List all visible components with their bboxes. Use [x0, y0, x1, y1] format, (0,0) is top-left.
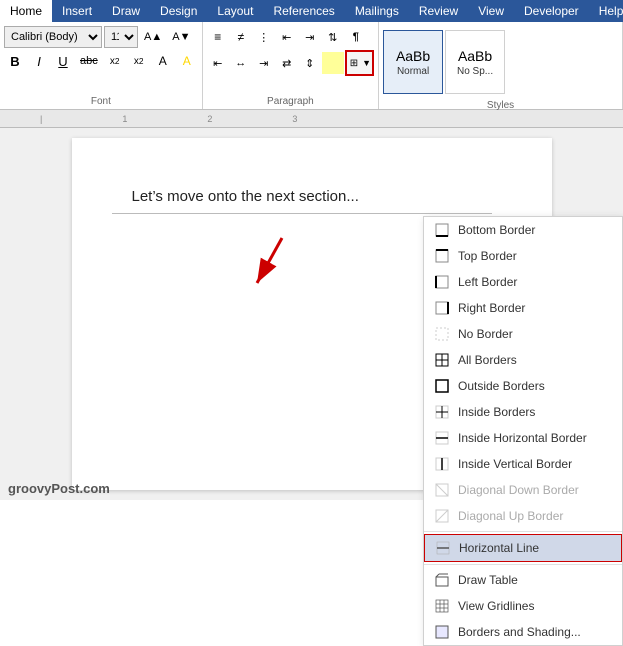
- style-normal-preview: AaBb: [396, 48, 430, 64]
- menu-inside-horiz[interactable]: Inside Horizontal Border: [424, 425, 622, 451]
- menu-inside-borders[interactable]: Inside Borders: [424, 399, 622, 425]
- menu-view-gridlines[interactable]: View Gridlines: [424, 593, 622, 619]
- tab-draw[interactable]: Draw: [102, 0, 150, 22]
- menu-bottom-border[interactable]: Bottom Border: [424, 217, 622, 243]
- font-group-label: Font: [4, 94, 198, 107]
- grow-font-button[interactable]: A▲: [140, 26, 166, 48]
- horiz-line-icon: [435, 540, 451, 556]
- styles-group: AaBb Normal AaBb No Sp... Styles: [379, 22, 623, 109]
- ribbon: Calibri (Body) 11 A▲ A▼ B I U abc x2 x2 …: [0, 22, 623, 110]
- menu-borders-shading[interactable]: Borders and Shading...: [424, 619, 622, 645]
- menu-no-border[interactable]: No Border: [424, 321, 622, 347]
- shrink-font-button[interactable]: A▼: [168, 26, 194, 48]
- line-spacing-button[interactable]: ⇕: [299, 52, 321, 74]
- menu-all-borders[interactable]: All Borders: [424, 347, 622, 373]
- ruler: | 1 2 3: [0, 110, 623, 128]
- menu-diag-up: Diagonal Up Border: [424, 503, 622, 529]
- top-border-icon: [434, 248, 450, 264]
- tab-help[interactable]: Help: [589, 0, 623, 22]
- right-border-icon: [434, 300, 450, 316]
- left-border-icon: [434, 274, 450, 290]
- tab-developer[interactable]: Developer: [514, 0, 589, 22]
- menu-inside-vert[interactable]: Inside Vertical Border: [424, 451, 622, 477]
- text-color-button[interactable]: A: [152, 50, 174, 72]
- menu-outside-borders[interactable]: Outside Borders: [424, 373, 622, 399]
- tab-home[interactable]: Home: [0, 0, 52, 22]
- style-normal[interactable]: AaBb Normal: [383, 30, 443, 94]
- style-no-spacing-label: No Sp...: [457, 66, 493, 77]
- diag-up-icon: [434, 508, 450, 524]
- styles-group-label: Styles: [383, 98, 618, 111]
- underline-button[interactable]: U: [52, 50, 74, 72]
- tab-mailings[interactable]: Mailings: [345, 0, 409, 22]
- outside-borders-icon: [434, 378, 450, 394]
- tab-review[interactable]: Review: [409, 0, 468, 22]
- superscript-button[interactable]: x2: [128, 50, 150, 72]
- tab-design[interactable]: Design: [150, 0, 207, 22]
- horizontal-rule: [112, 213, 492, 214]
- no-border-icon: [434, 326, 450, 342]
- numbering-button[interactable]: ≠: [230, 26, 252, 48]
- arrow-annotation: [227, 223, 307, 306]
- align-center-button[interactable]: ↔: [230, 52, 252, 74]
- menu-horiz-line[interactable]: Horizontal Line: [424, 534, 622, 562]
- italic-button[interactable]: I: [28, 50, 50, 72]
- menu-left-border[interactable]: Left Border: [424, 269, 622, 295]
- watermark: groovyPost.com: [8, 481, 110, 496]
- borders-dropdown-btn[interactable]: ⊞ ▼: [345, 50, 374, 76]
- show-formatting-button[interactable]: ¶: [345, 26, 367, 48]
- font-size-select[interactable]: 11: [104, 26, 138, 48]
- inside-horiz-icon: [434, 430, 450, 446]
- paragraph-group: ≡ ≠ ⋮ ⇤ ⇥ ⇅ ¶ ⇤ ↔ ⇥ ⇄ ⇕ ⊞ ▼: [203, 22, 379, 109]
- strikethrough-button[interactable]: abc: [76, 50, 102, 72]
- view-gridlines-icon: [434, 598, 450, 614]
- menu-draw-table[interactable]: Draw Table: [424, 567, 622, 593]
- all-borders-icon: [434, 352, 450, 368]
- justify-button[interactable]: ⇄: [276, 52, 298, 74]
- increase-indent-button[interactable]: ⇥: [299, 26, 321, 48]
- inside-borders-icon: [434, 404, 450, 420]
- font-group: Calibri (Body) 11 A▲ A▼ B I U abc x2 x2 …: [0, 22, 203, 109]
- shading-button[interactable]: [322, 52, 344, 74]
- tab-layout[interactable]: Layout: [207, 0, 263, 22]
- inside-vert-icon: [434, 456, 450, 472]
- menu-divider-1: [424, 531, 622, 532]
- menu-diag-down: Diagonal Down Border: [424, 477, 622, 503]
- menu-divider-2: [424, 564, 622, 565]
- document-text: Let’s move onto the next section...: [132, 188, 512, 205]
- borders-dropdown-arrow[interactable]: ▼: [361, 58, 372, 68]
- style-no-spacing-preview: AaBb: [458, 48, 492, 64]
- ribbon-tabs: Home Insert Draw Design Layout Reference…: [0, 0, 623, 22]
- align-left-button[interactable]: ⇤: [207, 52, 229, 74]
- menu-top-border[interactable]: Top Border: [424, 243, 622, 269]
- decrease-indent-button[interactable]: ⇤: [276, 26, 298, 48]
- multilevel-button[interactable]: ⋮: [253, 26, 275, 48]
- paragraph-group-label: Paragraph: [207, 94, 374, 107]
- document-area: Let’s move onto the next section... Bott…: [0, 128, 623, 500]
- style-normal-label: Normal: [397, 66, 429, 77]
- borders-icon: ⊞: [347, 58, 361, 69]
- menu-right-border[interactable]: Right Border: [424, 295, 622, 321]
- borders-dropdown-menu: Bottom Border Top Border Left Border Rig…: [423, 216, 623, 646]
- align-right-button[interactable]: ⇥: [253, 52, 275, 74]
- bold-button[interactable]: B: [4, 50, 26, 72]
- style-no-spacing[interactable]: AaBb No Sp...: [445, 30, 505, 94]
- tab-insert[interactable]: Insert: [52, 0, 102, 22]
- font-name-select[interactable]: Calibri (Body): [4, 26, 102, 48]
- draw-table-icon: [434, 572, 450, 588]
- subscript-button[interactable]: x2: [104, 50, 126, 72]
- bottom-border-icon: [434, 222, 450, 238]
- sort-button[interactable]: ⇅: [322, 26, 344, 48]
- tab-view[interactable]: View: [468, 0, 514, 22]
- highlight-button[interactable]: A: [176, 50, 198, 72]
- styles-list: AaBb Normal AaBb No Sp...: [383, 26, 505, 98]
- borders-shading-icon: [434, 624, 450, 640]
- tab-references[interactable]: References: [263, 0, 344, 22]
- diag-down-icon: [434, 482, 450, 498]
- bullets-button[interactable]: ≡: [207, 26, 229, 48]
